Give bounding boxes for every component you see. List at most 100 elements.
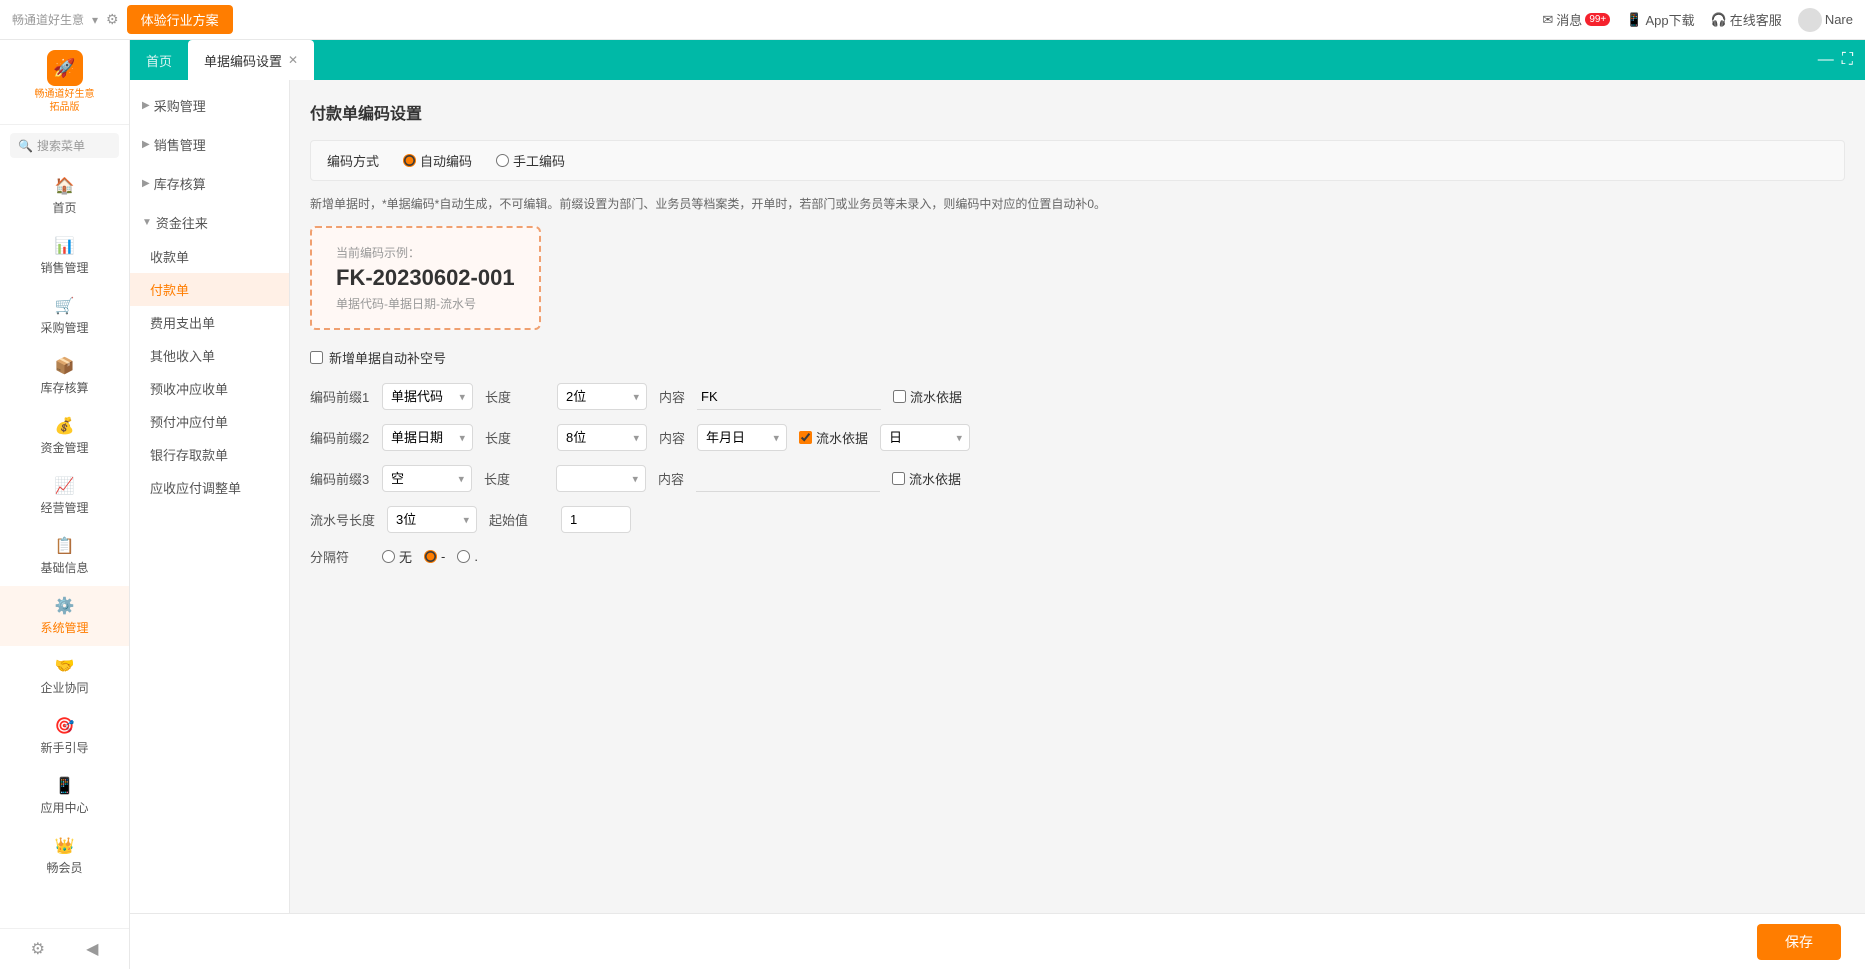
sidebar-item-finance[interactable]: 💰 资金管理 — [0, 406, 129, 466]
sidebar-item-sales[interactable]: 📊 销售管理 — [0, 226, 129, 286]
start-value-label: 起始值 — [489, 510, 549, 529]
search-box[interactable]: 🔍 搜索菜单 — [10, 133, 119, 158]
user-profile[interactable]: Nare — [1798, 8, 1853, 32]
serial-check3-label[interactable]: 流水依据 — [892, 469, 961, 488]
serial-check1-label[interactable]: 流水依据 — [893, 387, 962, 406]
serial-check3[interactable] — [892, 472, 905, 485]
sub-menu-item-income[interactable]: 其他收入单 — [130, 339, 289, 372]
finance-icon: 💰 — [55, 416, 75, 436]
tab-close-icon[interactable]: ✕ — [288, 53, 298, 67]
serial-check1[interactable] — [893, 390, 906, 403]
auto-coding-radio[interactable] — [403, 154, 416, 167]
settings-bottom-icon[interactable]: ⚙ — [31, 939, 45, 959]
sep-none-label[interactable]: 无 — [382, 547, 412, 566]
sub-menu-item-receipt[interactable]: 收款单 — [130, 240, 289, 273]
prefix3-select[interactable]: 空 — [382, 465, 472, 492]
sidebar-item-home[interactable]: 🏠 首页 — [0, 166, 129, 226]
sub-menu-group-title-inventory[interactable]: ▶ 库存核算 — [130, 166, 289, 201]
start-value-input[interactable] — [561, 506, 631, 533]
tab-home-label: 首页 — [146, 51, 172, 70]
manual-coding-radio[interactable] — [496, 154, 509, 167]
content1-input[interactable] — [697, 384, 881, 410]
content2-select[interactable]: 年月日 — [697, 424, 787, 451]
message-link[interactable]: ✉ 消息 99+ — [1542, 10, 1610, 29]
sep-dash-text: - — [441, 549, 445, 564]
message-label: 消息 — [1556, 10, 1582, 29]
prefix1-select[interactable]: 单据代码 — [382, 383, 473, 410]
search-label: 搜索菜单 — [37, 137, 85, 154]
sub-menu-group-title-finance[interactable]: ▼ 资金往来 — [130, 205, 289, 240]
example-label: 当前编码示例： — [336, 244, 515, 261]
serial-check3-text: 流水依据 — [909, 469, 961, 488]
sidebar-item-label: 企业协同 — [40, 679, 88, 696]
sep-dot-radio[interactable] — [457, 550, 470, 563]
sub-menu-item-payment[interactable]: 付款单 — [130, 273, 289, 306]
sidebar-item-inventory[interactable]: 📦 库存核算 — [0, 346, 129, 406]
manual-coding-radio-label[interactable]: 手工编码 — [496, 151, 565, 170]
prefix3-select-wrap: 空 — [382, 465, 472, 492]
sep-none-radio[interactable] — [382, 550, 395, 563]
length2-select[interactable]: 8位 — [557, 424, 647, 451]
serial-length-select[interactable]: 3位 — [387, 506, 477, 533]
sidebar-item-label: 销售管理 — [40, 259, 88, 276]
sep-dash-label[interactable]: - — [424, 549, 445, 564]
sidebar-item-apps[interactable]: 📱 应用中心 — [0, 766, 129, 826]
trial-button[interactable]: 体验行业方案 — [127, 5, 233, 34]
sub-menu-item-prepay-receipt[interactable]: 预收冲应收单 — [130, 372, 289, 405]
sidebar-item-label: 系统管理 — [40, 619, 88, 636]
prefix2-select[interactable]: 单据日期 — [382, 424, 473, 451]
length1-select-wrap: 2位 — [557, 383, 647, 410]
sidebar-item-label: 畅会员 — [46, 859, 82, 876]
tab-home[interactable]: 首页 — [130, 40, 188, 80]
sub-menu-item-bank-deposit[interactable]: 银行存取款单 — [130, 438, 289, 471]
settings-gear-icon[interactable]: ⚙ — [106, 11, 119, 28]
group-label: 采购管理 — [154, 96, 206, 115]
sidebar-item-basic[interactable]: 📋 基础信息 — [0, 526, 129, 586]
sidebar-item-operations[interactable]: 📈 经营管理 — [0, 466, 129, 526]
example-sub-label: 单据代码-单据日期-流水号 — [336, 295, 515, 312]
sub-menu-group-title-purchase[interactable]: ▶ 采购管理 — [130, 88, 289, 123]
sub-menu-item-payable-adjust[interactable]: 应收应付调整单 — [130, 471, 289, 504]
chevron-right-icon: ▶ — [142, 100, 150, 111]
tab-minimize-icon[interactable]: — — [1818, 51, 1834, 69]
sub-menu-item-prepay-pay[interactable]: 预付冲应付单 — [130, 405, 289, 438]
sidebar-item-label: 新手引导 — [40, 739, 88, 756]
serial-option-select[interactable]: 日 — [880, 424, 970, 451]
sub-menu-item-expense[interactable]: 费用支出单 — [130, 306, 289, 339]
sidebar-item-guide[interactable]: 🎯 新手引导 — [0, 706, 129, 766]
length2-label: 长度 — [485, 428, 545, 447]
sidebar-item-purchase[interactable]: 🛒 采购管理 — [0, 286, 129, 346]
dropdown-arrow[interactable]: ▾ — [92, 13, 98, 27]
collapse-icon[interactable]: ◀ — [86, 939, 98, 959]
sub-menu-group-title-sales[interactable]: ▶ 销售管理 — [130, 127, 289, 162]
sidebar: 🚀 畅通道好生意 拓品版 🔍 搜索菜单 🏠 首页 📊 销售管理 🛒 — [0, 40, 130, 969]
example-box: 当前编码示例： FK-20230602-001 单据代码-单据日期-流水号 — [310, 226, 541, 330]
auto-coding-radio-label[interactable]: 自动编码 — [403, 151, 472, 170]
online-service-link[interactable]: 🎧 在线客服 — [1711, 10, 1782, 29]
user-name: Nare — [1825, 12, 1853, 27]
sidebar-item-member[interactable]: 👑 畅会员 — [0, 826, 129, 886]
group-label: 销售管理 — [154, 135, 206, 154]
apps-icon: 📱 — [55, 776, 75, 796]
serial-check2[interactable] — [799, 431, 812, 444]
tab-expand-icon[interactable]: ⛶ — [1842, 51, 1853, 69]
content2-label: 内容 — [659, 428, 685, 447]
sidebar-search[interactable]: 🔍 搜索菜单 — [0, 125, 129, 166]
serial-length-label: 流水号长度 — [310, 510, 375, 529]
length1-select[interactable]: 2位 — [557, 383, 647, 410]
tab-serial-setting[interactable]: 单据编码设置 ✕ — [188, 40, 314, 80]
sep-dot-label[interactable]: . — [457, 549, 478, 564]
app-download-link[interactable]: 📱 App下载 — [1626, 10, 1694, 29]
sub-menu-group-inventory: ▶ 库存核算 — [130, 166, 289, 201]
length3-select[interactable] — [556, 465, 646, 492]
save-button[interactable]: 保存 — [1757, 924, 1841, 960]
logo-icon: 🚀 — [47, 50, 83, 86]
sep-dash-radio[interactable] — [424, 550, 437, 563]
content3-input[interactable] — [696, 466, 880, 492]
sidebar-item-system[interactable]: ⚙️ 系统管理 — [0, 586, 129, 646]
content3-label: 内容 — [658, 469, 684, 488]
auto-fill-checkbox[interactable] — [310, 351, 323, 364]
serial-check2-label[interactable]: 流水依据 — [799, 428, 868, 447]
logo-text: 畅通道好生意 拓品版 — [35, 88, 95, 114]
sidebar-item-enterprise[interactable]: 🤝 企业协同 — [0, 646, 129, 706]
